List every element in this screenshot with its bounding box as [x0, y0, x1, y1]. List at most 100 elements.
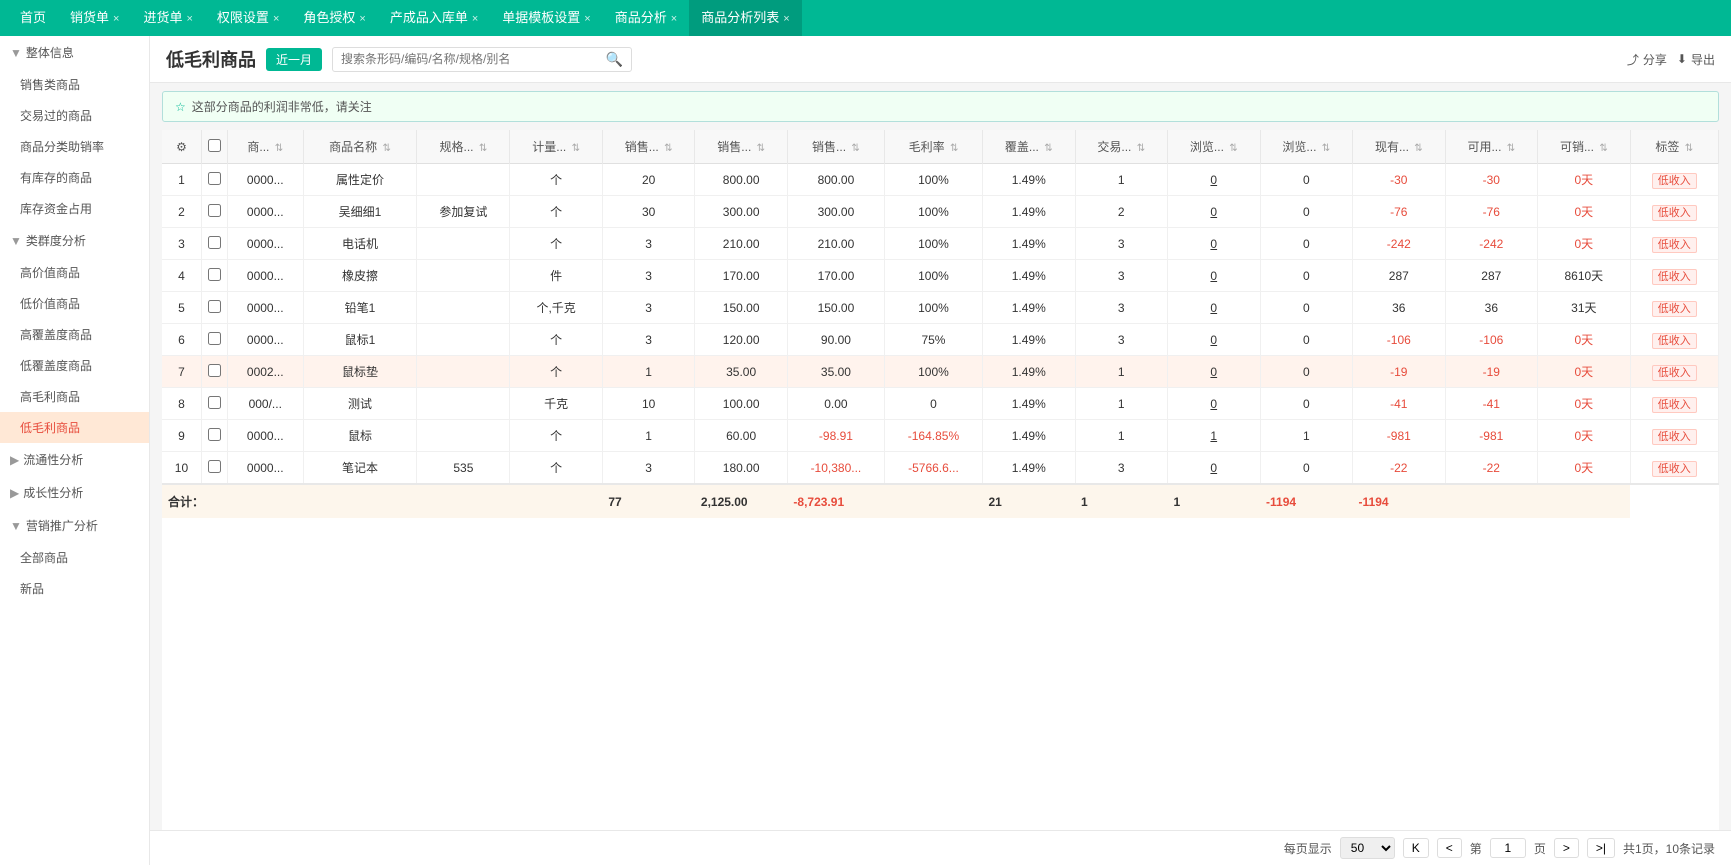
col-sales-profit[interactable]: 销售... ⇅ — [787, 130, 884, 164]
close-icon[interactable]: × — [113, 13, 119, 25]
row-checkbox[interactable] — [208, 332, 221, 345]
sidebar-item-new-products[interactable]: 新品 — [0, 573, 149, 604]
col-available[interactable]: 可用... ⇅ — [1445, 130, 1538, 164]
row-available: 36 — [1445, 292, 1538, 324]
nav-purchase-order[interactable]: 进货单× — [131, 0, 204, 36]
nav-template-settings[interactable]: 单据模板设置× — [490, 0, 602, 36]
col-transaction[interactable]: 交易... ⇅ — [1075, 130, 1168, 164]
share-button[interactable]: ⤴ 分享 — [1627, 51, 1667, 68]
row-checkbox[interactable] — [208, 396, 221, 409]
row-browse1[interactable]: 1 — [1168, 420, 1261, 452]
row-browse1[interactable]: 0 — [1168, 356, 1261, 388]
close-icon[interactable]: × — [472, 13, 478, 25]
row-name: 属性定价 — [303, 164, 417, 196]
search-input[interactable] — [341, 52, 606, 66]
close-icon[interactable]: × — [584, 13, 590, 25]
sidebar-item-low-coverage[interactable]: 低覆盖度商品 — [0, 350, 149, 381]
row-checkbox[interactable] — [208, 268, 221, 281]
nav-product-analysis[interactable]: 商品分析× — [603, 0, 689, 36]
page-input[interactable] — [1490, 838, 1526, 858]
col-spec[interactable]: 规格... ⇅ — [417, 130, 510, 164]
first-page-btn[interactable]: K — [1403, 838, 1429, 858]
row-browse1[interactable]: 0 — [1168, 388, 1261, 420]
row-checkbox[interactable] — [208, 428, 221, 441]
col-sales-qty[interactable]: 销售... ⇅ — [602, 130, 695, 164]
sidebar-item-transacted-products[interactable]: 交易过的商品 — [0, 100, 149, 131]
row-available: -19 — [1445, 356, 1538, 388]
sidebar-item-stocked-products[interactable]: 有库存的商品 — [0, 162, 149, 193]
last-page-btn[interactable]: >| — [1587, 838, 1615, 858]
row-gross-rate: 75% — [884, 324, 982, 356]
sidebar-group-growth[interactable]: ▶ 成长性分析 — [0, 476, 149, 509]
export-button[interactable]: ⬇ 导出 — [1677, 51, 1715, 68]
col-current[interactable]: 现有... ⇅ — [1353, 130, 1446, 164]
row-transaction: 3 — [1075, 228, 1168, 260]
row-browse1[interactable]: 0 — [1168, 164, 1261, 196]
col-tag[interactable]: 标签 ⇅ — [1630, 130, 1718, 164]
row-checkbox[interactable] — [208, 300, 221, 313]
col-saleable[interactable]: 可销... ⇅ — [1538, 130, 1631, 164]
close-icon[interactable]: × — [671, 13, 677, 25]
sidebar-group-cluster-analysis[interactable]: ▼ 类群度分析 — [0, 224, 149, 257]
search-icon[interactable]: 🔍 — [606, 51, 623, 68]
close-icon[interactable]: × — [273, 13, 279, 25]
row-transaction: 1 — [1075, 356, 1168, 388]
row-browse1[interactable]: 0 — [1168, 292, 1261, 324]
nav-role-auth[interactable]: 角色授权× — [291, 0, 377, 36]
sidebar-item-category-rate[interactable]: 商品分类助销率 — [0, 131, 149, 162]
next-page-btn[interactable]: > — [1554, 838, 1579, 858]
sidebar-item-high-coverage[interactable]: 高覆盖度商品 — [0, 319, 149, 350]
sidebar-item-sales-products[interactable]: 销售类商品 — [0, 69, 149, 100]
row-browse1[interactable]: 0 — [1168, 324, 1261, 356]
row-checkbox[interactable] — [208, 364, 221, 377]
col-code[interactable]: 商... ⇅ — [227, 130, 303, 164]
row-spec — [417, 420, 510, 452]
row-num: 9 — [162, 420, 201, 452]
filter-recent-btn[interactable]: 近一月 — [266, 48, 322, 71]
col-name[interactable]: 商品名称 ⇅ — [303, 130, 417, 164]
sidebar-group-overall[interactable]: ▼ 整体信息 — [0, 36, 149, 69]
row-sales-qty: 20 — [602, 164, 695, 196]
row-browse1[interactable]: 0 — [1168, 452, 1261, 485]
sidebar-group-circulation[interactable]: ▶ 流通性分析 — [0, 443, 149, 476]
col-gross-rate[interactable]: 毛利率 ⇅ — [884, 130, 982, 164]
row-browse1[interactable]: 0 — [1168, 228, 1261, 260]
sidebar-item-all-products[interactable]: 全部商品 — [0, 542, 149, 573]
row-checkbox[interactable] — [208, 204, 221, 217]
prev-page-btn[interactable]: < — [1437, 838, 1462, 858]
nav-home[interactable]: 首页 — [8, 0, 58, 36]
close-icon[interactable]: × — [186, 13, 192, 25]
nav-sales-order[interactable]: 销货单× — [58, 0, 131, 36]
nav-permissions[interactable]: 权限设置× — [205, 0, 291, 36]
col-settings[interactable]: ⚙ — [162, 130, 201, 164]
col-browse1[interactable]: 浏览... ⇅ — [1168, 130, 1261, 164]
row-checkbox[interactable] — [208, 460, 221, 473]
sidebar-item-high-margin[interactable]: 高毛利商品 — [0, 381, 149, 412]
row-coverage: 1.49% — [982, 228, 1075, 260]
sidebar-item-high-value[interactable]: 高价值商品 — [0, 257, 149, 288]
col-coverage[interactable]: 覆盖... ⇅ — [982, 130, 1075, 164]
sidebar-item-stock-capital[interactable]: 库存资金占用 — [0, 193, 149, 224]
row-checkbox[interactable] — [208, 172, 221, 185]
row-transaction: 3 — [1075, 324, 1168, 356]
per-page-select[interactable]: 50 100 200 — [1340, 837, 1395, 859]
close-icon[interactable]: × — [783, 13, 789, 25]
nav-finished-goods[interactable]: 产成品入库单× — [378, 0, 490, 36]
row-browse1[interactable]: 0 — [1168, 260, 1261, 292]
nav-product-analysis-list[interactable]: 商品分析列表× — [689, 0, 801, 36]
sidebar-group-marketing[interactable]: ▼ 营销推广分析 — [0, 509, 149, 542]
close-icon[interactable]: × — [359, 13, 365, 25]
row-browse1[interactable]: 0 — [1168, 196, 1261, 228]
sidebar-item-low-margin[interactable]: 低毛利商品 — [0, 412, 149, 443]
row-name: 鼠标 — [303, 420, 417, 452]
sidebar-item-low-value[interactable]: 低价值商品 — [0, 288, 149, 319]
row-tag: 低收入 — [1630, 228, 1718, 260]
col-browse2[interactable]: 浏览... ⇅ — [1260, 130, 1353, 164]
col-unit[interactable]: 计量... ⇅ — [510, 130, 603, 164]
row-sales-qty: 3 — [602, 452, 695, 485]
select-all-checkbox[interactable] — [208, 139, 221, 152]
col-sales-price[interactable]: 销售... ⇅ — [695, 130, 788, 164]
row-tag: 低收入 — [1630, 388, 1718, 420]
row-checkbox[interactable] — [208, 236, 221, 249]
row-browse2: 0 — [1260, 388, 1353, 420]
